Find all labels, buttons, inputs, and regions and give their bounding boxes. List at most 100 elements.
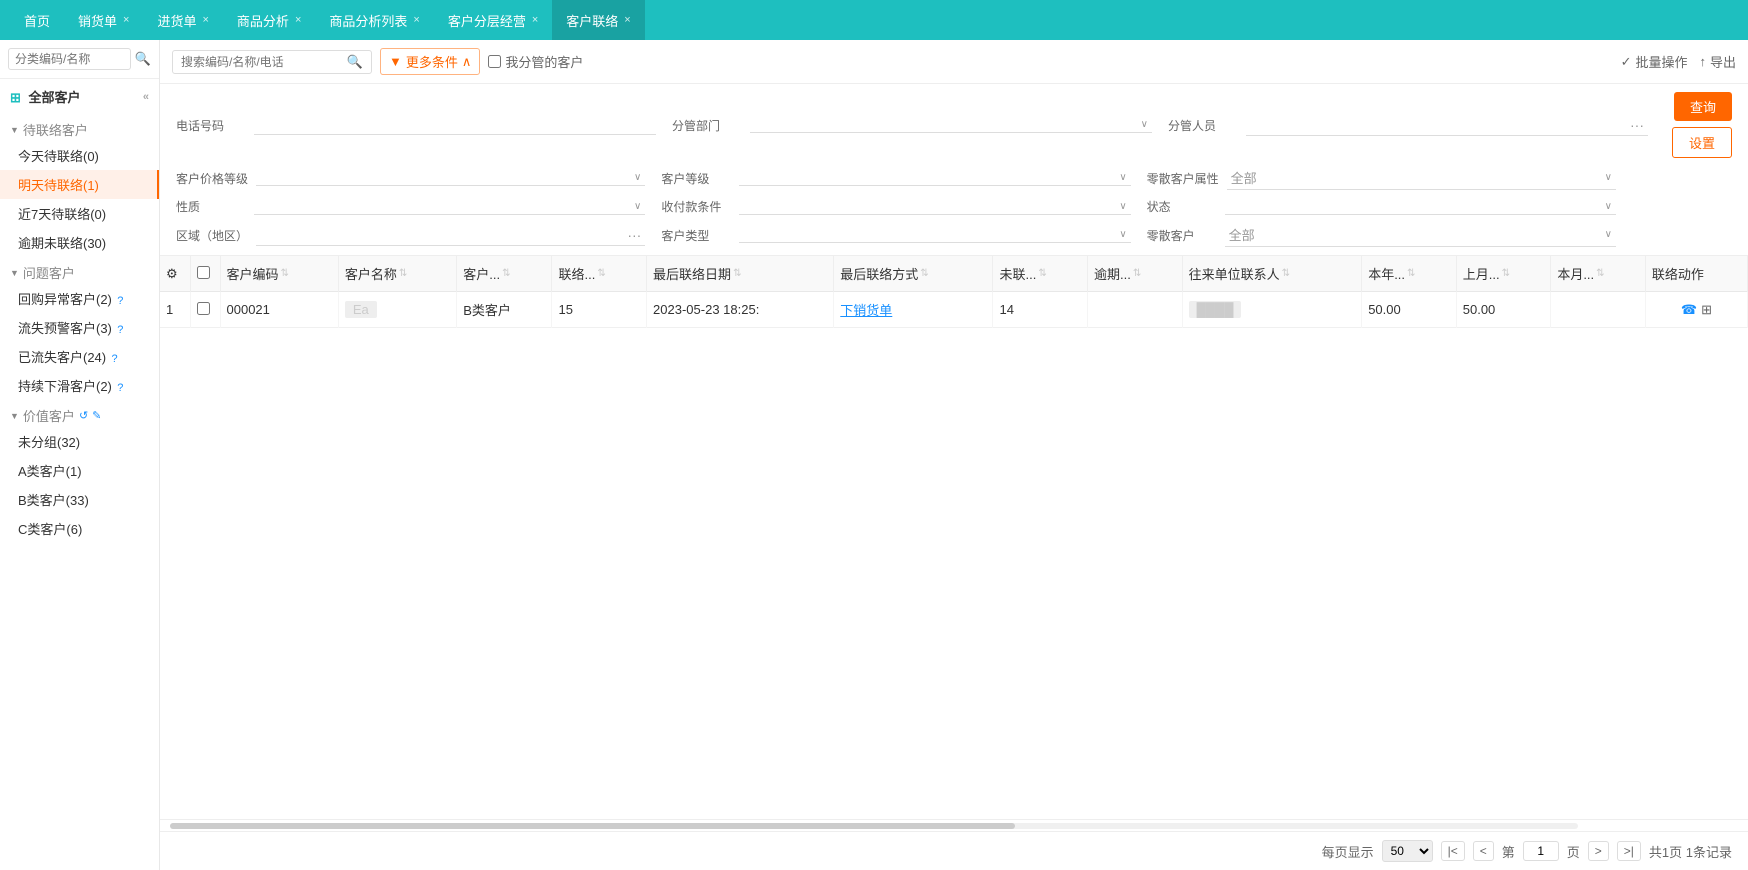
status-select[interactable]: ∨ bbox=[1225, 199, 1616, 215]
my-customers-checkbox[interactable]: 我分管的客户 bbox=[488, 52, 583, 71]
info-icon[interactable]: ? bbox=[111, 353, 117, 365]
row-contact-count-cell: 15 bbox=[552, 292, 647, 328]
col-not-contacted: 未联... ⇅ bbox=[993, 256, 1088, 292]
query-button[interactable]: 查询 bbox=[1674, 92, 1732, 121]
phone-input[interactable] bbox=[254, 116, 656, 135]
refresh-icon[interactable]: ↺ bbox=[79, 409, 88, 422]
sidebar-item-type-b[interactable]: B类客户(33) bbox=[0, 485, 159, 514]
filter-customer-type: 客户类型 ∨ bbox=[661, 227, 1130, 244]
sidebar-item-today-contact[interactable]: 今天待联络(0) bbox=[0, 141, 159, 170]
grid-icon[interactable]: ⊞ bbox=[1701, 302, 1712, 318]
chevron-down-icon: ∨ bbox=[1119, 229, 1126, 240]
col-code: 客户编码 ⇅ bbox=[220, 256, 338, 292]
filter-price-level: 客户价格等级 ∨ bbox=[176, 170, 645, 187]
nature-select[interactable]: ∨ bbox=[254, 199, 645, 215]
chevron-down-icon: ∨ bbox=[1119, 201, 1126, 212]
batch-operation-button[interactable]: ✓ 批量操作 bbox=[1621, 52, 1688, 71]
sidebar-item-churned[interactable]: 已流失客户(24) ? bbox=[0, 342, 159, 371]
customer-level-select[interactable]: ∨ bbox=[739, 170, 1130, 186]
search-input[interactable] bbox=[181, 55, 347, 69]
sidebar-item-ungrouped[interactable]: 未分组(32) bbox=[0, 427, 159, 456]
sort-icon[interactable]: ⇅ bbox=[1133, 268, 1141, 279]
region-select[interactable]: ··· bbox=[256, 225, 645, 246]
close-icon[interactable]: × bbox=[532, 14, 538, 26]
content-area: 🔍 ▼ 更多条件 ∧ 我分管的客户 ✓ 批量操作 ↑ 导出 bbox=[160, 40, 1748, 870]
manager-select[interactable]: ··· bbox=[1246, 115, 1648, 136]
my-customers-check[interactable] bbox=[488, 55, 501, 68]
retail-attr-select[interactable]: 全部 ∨ bbox=[1227, 166, 1616, 190]
sort-icon[interactable]: ⇅ bbox=[399, 268, 407, 279]
sort-icon[interactable]: ⇅ bbox=[1502, 268, 1510, 279]
sidebar-item-week-contact[interactable]: 近7天待联络(0) bbox=[0, 199, 159, 228]
sidebar-search-input[interactable] bbox=[8, 48, 131, 70]
first-page-button[interactable]: |< bbox=[1441, 841, 1465, 861]
more-icon[interactable]: ··· bbox=[627, 227, 641, 243]
row-checkbox[interactable] bbox=[197, 302, 210, 315]
sort-icon[interactable]: ⇅ bbox=[502, 268, 510, 279]
sort-icon[interactable]: ⇅ bbox=[597, 268, 605, 279]
nav-product-analysis[interactable]: 商品分析 × bbox=[223, 0, 315, 40]
nav-customer-contact[interactable]: 客户联络 × bbox=[552, 0, 644, 40]
col-name: 客户名称 ⇅ bbox=[338, 256, 456, 292]
nav-purchase-order[interactable]: 进货单 × bbox=[143, 0, 222, 40]
sidebar-item-abnormal-repurchase[interactable]: 回购异常客户(2) ? bbox=[0, 284, 159, 313]
close-icon[interactable]: × bbox=[624, 14, 630, 26]
sidebar-item-type-a[interactable]: A类客户(1) bbox=[0, 456, 159, 485]
page-input[interactable] bbox=[1523, 841, 1559, 861]
per-page-select[interactable]: 50 100 200 bbox=[1382, 840, 1433, 862]
payment-terms-select[interactable]: ∨ bbox=[739, 199, 1130, 215]
phone-icon[interactable]: ☎ bbox=[1681, 302, 1697, 318]
sidebar-item-type-c[interactable]: C类客户(6) bbox=[0, 514, 159, 543]
sort-icon[interactable]: ⇅ bbox=[1282, 268, 1290, 279]
department-select[interactable]: ∨ bbox=[750, 117, 1152, 133]
export-button[interactable]: ↑ 导出 bbox=[1699, 52, 1736, 71]
sidebar-item-tomorrow-contact[interactable]: 明天待联络(1) bbox=[0, 170, 159, 199]
set-button[interactable]: 设置 bbox=[1672, 127, 1732, 158]
filter-phone: 电话号码 bbox=[176, 116, 656, 135]
all-customers-header[interactable]: ⊞ 全部客户 « bbox=[0, 79, 159, 114]
sidebar-item-overdue-contact[interactable]: 逾期未联络(30) bbox=[0, 228, 159, 257]
more-icon[interactable]: ··· bbox=[1630, 117, 1644, 133]
row-this-month-cell bbox=[1551, 292, 1646, 328]
sort-icon[interactable]: ⇅ bbox=[1038, 268, 1046, 279]
edit-icon[interactable]: ✎ bbox=[92, 409, 101, 422]
info-icon[interactable]: ? bbox=[117, 382, 123, 394]
sort-icon[interactable]: ⇅ bbox=[281, 268, 289, 279]
sidebar-item-churn-warning[interactable]: 流失预警客户(3) ? bbox=[0, 313, 159, 342]
close-icon[interactable]: × bbox=[202, 14, 208, 26]
close-icon[interactable]: × bbox=[295, 14, 301, 26]
chevron-down-icon: ∨ bbox=[1605, 172, 1612, 183]
table-header-row: ⚙ 客户编码 ⇅ 客户名称 bbox=[160, 256, 1748, 292]
close-icon[interactable]: × bbox=[123, 14, 129, 26]
sidebar-search-icon[interactable]: 🔍 bbox=[135, 51, 151, 67]
scrollbar-track[interactable] bbox=[170, 823, 1578, 829]
gear-icon[interactable]: ⚙ bbox=[166, 266, 178, 281]
select-all-checkbox[interactable] bbox=[197, 266, 210, 279]
more-conditions-button[interactable]: ▼ 更多条件 ∧ bbox=[380, 48, 480, 75]
sidebar-item-declining[interactable]: 持续下滑客户(2) ? bbox=[0, 371, 159, 400]
nav-customer-tier[interactable]: 客户分层经营 × bbox=[434, 0, 552, 40]
nav-home[interactable]: 首页 bbox=[10, 0, 64, 40]
prev-page-button[interactable]: < bbox=[1473, 841, 1494, 861]
filter-icon: ▼ bbox=[389, 54, 402, 69]
nav-sales-order[interactable]: 销货单 × bbox=[64, 0, 143, 40]
retail-customer-select[interactable]: 全部 ∨ bbox=[1225, 223, 1616, 247]
nav-product-analysis-list[interactable]: 商品分析列表 × bbox=[315, 0, 433, 40]
info-icon[interactable]: ? bbox=[117, 324, 123, 336]
search-icon[interactable]: 🔍 bbox=[347, 54, 363, 70]
sort-icon[interactable]: ⇅ bbox=[733, 268, 741, 279]
price-level-select[interactable]: ∨ bbox=[256, 170, 645, 186]
info-icon[interactable]: ? bbox=[117, 295, 123, 307]
next-page-button[interactable]: > bbox=[1588, 841, 1609, 861]
toolbar: 🔍 ▼ 更多条件 ∧ 我分管的客户 ✓ 批量操作 ↑ 导出 bbox=[160, 40, 1748, 84]
scrollbar-thumb[interactable] bbox=[170, 823, 1015, 829]
customer-type-select[interactable]: ∨ bbox=[739, 227, 1130, 243]
sort-icon[interactable]: ⇅ bbox=[1596, 268, 1604, 279]
close-icon[interactable]: × bbox=[413, 14, 419, 26]
sort-icon[interactable]: ⇅ bbox=[1407, 268, 1415, 279]
last-method-link[interactable]: 下销货单 bbox=[840, 303, 892, 318]
last-page-button[interactable]: >| bbox=[1617, 841, 1641, 861]
collapse-icon[interactable]: « bbox=[143, 91, 149, 103]
sort-icon[interactable]: ⇅ bbox=[920, 268, 928, 279]
horizontal-scrollbar bbox=[160, 819, 1748, 831]
